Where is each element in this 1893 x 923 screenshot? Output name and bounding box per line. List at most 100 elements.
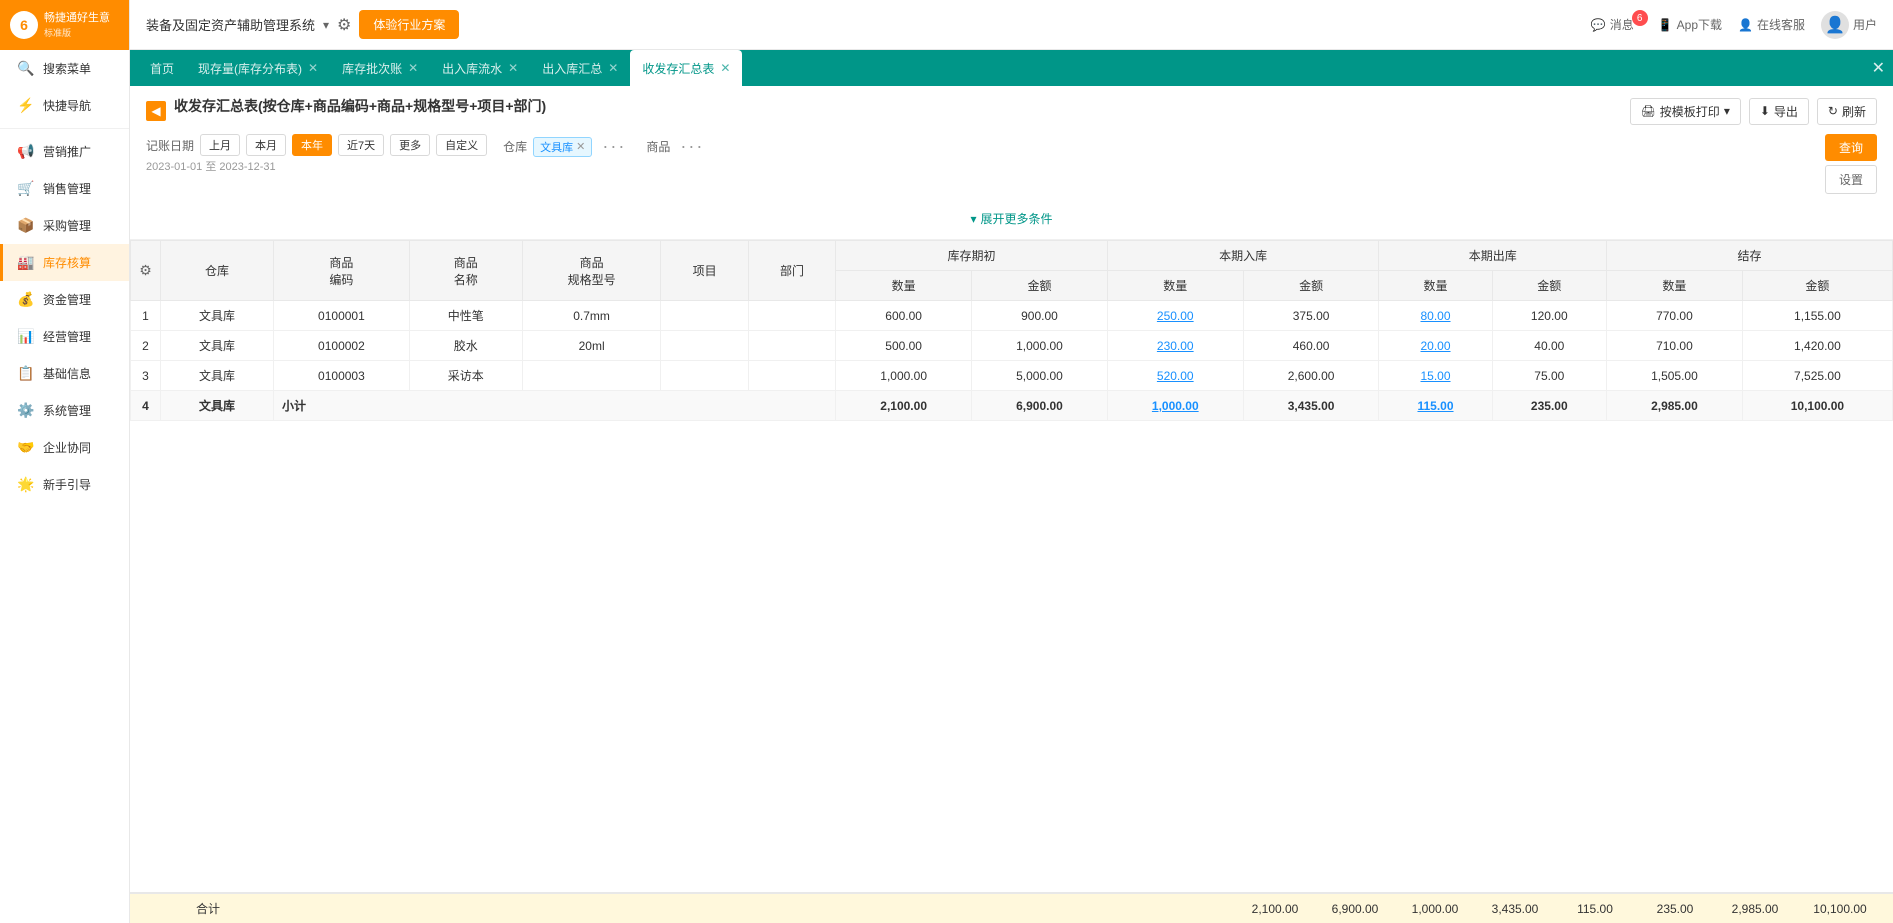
cell-in-qty[interactable]: 230.00 bbox=[1107, 331, 1243, 361]
app-download-action[interactable]: 📱 App下载 bbox=[1658, 16, 1722, 33]
date-label: 记账日期 bbox=[146, 137, 194, 154]
sidebar-item-system[interactable]: ⚙️ 系统管理 bbox=[0, 392, 129, 429]
sidebar-item-label: 库存核算 bbox=[43, 254, 91, 271]
th-out-qty: 数量 bbox=[1379, 271, 1492, 301]
dropdown-icon[interactable]: ▾ bbox=[323, 18, 329, 32]
tab-close-icon[interactable]: ✕ bbox=[408, 61, 418, 75]
sidebar-item-label: 新手引导 bbox=[43, 476, 91, 493]
cell-code: 0100001 bbox=[274, 301, 410, 331]
sidebar-item-label: 经营管理 bbox=[43, 328, 91, 345]
message-action[interactable]: 💬 6 消息 bbox=[1591, 16, 1642, 33]
tab-receive-summary[interactable]: 收发存汇总表 ✕ bbox=[630, 50, 742, 86]
date-this-month[interactable]: 本月 bbox=[246, 134, 286, 156]
subtotal-in-qty[interactable]: 1,000.00 bbox=[1107, 391, 1243, 421]
settings-icon[interactable]: ⚙ bbox=[139, 262, 152, 278]
sidebar-item-search[interactable]: 🔍 搜索菜单 bbox=[0, 50, 129, 87]
tab-inventory-dist[interactable]: 现存量(库存分布表) ✕ bbox=[186, 50, 330, 86]
warehouse-label: 仓库 bbox=[503, 138, 527, 155]
tab-batch-ledger[interactable]: 库存批次账 ✕ bbox=[330, 50, 430, 86]
tab-close-icon[interactable]: ✕ bbox=[508, 61, 518, 75]
sidebar-item-inventory[interactable]: 🏭 库存核算 bbox=[0, 244, 129, 281]
subtotal-balance-amt: 10,100.00 bbox=[1742, 391, 1892, 421]
marketing-icon: 📢 bbox=[17, 143, 35, 160]
tab-close-icon[interactable]: ✕ bbox=[608, 61, 618, 75]
table-body: 1 文具库 0100001 中性笔 0.7mm 600.00 900.00 25… bbox=[131, 301, 1893, 421]
cell-out-qty[interactable]: 15.00 bbox=[1379, 361, 1492, 391]
cell-in-qty[interactable]: 520.00 bbox=[1107, 361, 1243, 391]
tab-in-out-summary[interactable]: 出入库汇总 ✕ bbox=[530, 50, 630, 86]
date-last-month[interactable]: 上月 bbox=[200, 134, 240, 156]
cell-in-qty[interactable]: 250.00 bbox=[1107, 301, 1243, 331]
purchase-icon: 📦 bbox=[17, 217, 35, 234]
subtotal-label: 小计 bbox=[274, 391, 836, 421]
table-row: 3 文具库 0100003 采访本 1,000.00 5,000.00 520.… bbox=[131, 361, 1893, 391]
cell-name: 中性笔 bbox=[409, 301, 522, 331]
cell-spec: 0.7mm bbox=[522, 301, 661, 331]
cell-project bbox=[661, 301, 748, 331]
trial-button[interactable]: 体验行业方案 bbox=[359, 10, 459, 39]
subtotal-no: 4 bbox=[131, 391, 161, 421]
sidebar-item-label: 销售管理 bbox=[43, 180, 91, 197]
user-avatar: 👤 bbox=[1821, 11, 1849, 39]
logo-icon: 6 bbox=[10, 11, 38, 39]
cell-out-amt: 75.00 bbox=[1492, 361, 1606, 391]
query-button[interactable]: 查询 bbox=[1825, 134, 1877, 161]
sidebar-item-label: 营销推广 bbox=[43, 143, 91, 160]
settings-button[interactable]: 设置 bbox=[1825, 165, 1877, 194]
base-icon: 📋 bbox=[17, 365, 35, 382]
refresh-button[interactable]: ↻ 刷新 bbox=[1817, 98, 1877, 125]
footer-in-amt: 3,435.00 bbox=[1475, 902, 1555, 916]
sales-icon: 🛒 bbox=[17, 180, 35, 197]
date-more[interactable]: 更多 bbox=[390, 134, 430, 156]
cell-no: 1 bbox=[131, 301, 161, 331]
user-action[interactable]: 👤 用户 bbox=[1821, 11, 1877, 39]
sidebar-item-marketing[interactable]: 📢 营销推广 bbox=[0, 133, 129, 170]
collapse-btn[interactable]: ◀ bbox=[146, 101, 166, 121]
sidebar-item-sales[interactable]: 🛒 销售管理 bbox=[0, 170, 129, 207]
message-icon: 💬 bbox=[1591, 18, 1606, 32]
sidebar-item-purchase[interactable]: 📦 采购管理 bbox=[0, 207, 129, 244]
subtotal-out-qty[interactable]: 115.00 bbox=[1379, 391, 1492, 421]
date-custom[interactable]: 自定义 bbox=[436, 134, 487, 156]
chevron-down-icon: ▾ bbox=[1724, 104, 1730, 118]
cell-project bbox=[661, 331, 748, 361]
cell-name: 胶水 bbox=[409, 331, 522, 361]
tab-home[interactable]: 首页 bbox=[138, 50, 186, 86]
tab-batch-ledger-label: 库存批次账 bbox=[342, 60, 402, 77]
table-row: 2 文具库 0100002 胶水 20ml 500.00 1,000.00 23… bbox=[131, 331, 1893, 361]
date-last-7days[interactable]: 近7天 bbox=[338, 134, 384, 156]
cell-project bbox=[661, 361, 748, 391]
date-filter: 记账日期 上月 本月 本年 近7天 更多 自定义 2023-01-01 至 20… bbox=[146, 134, 487, 174]
cell-out-qty[interactable]: 80.00 bbox=[1379, 301, 1492, 331]
sidebar-item-corp[interactable]: 🤝 企业协同 bbox=[0, 429, 129, 466]
cell-warehouse: 文具库 bbox=[161, 331, 274, 361]
sidebar-item-finance[interactable]: 💰 资金管理 bbox=[0, 281, 129, 318]
gear-icon[interactable]: ⚙ bbox=[337, 15, 351, 35]
cell-balance-qty: 1,505.00 bbox=[1607, 361, 1743, 391]
tab-in-out-flow[interactable]: 出入库流水 ✕ bbox=[430, 50, 530, 86]
goods-more-icon[interactable]: ··· bbox=[680, 136, 704, 157]
export-button[interactable]: ⬇ 导出 bbox=[1749, 98, 1809, 125]
chevron-down-icon: ▾ bbox=[970, 212, 976, 226]
tab-close-active-icon[interactable]: ✕ bbox=[720, 61, 730, 75]
sidebar-item-label: 快捷导航 bbox=[43, 97, 91, 114]
more-icon[interactable]: ··· bbox=[602, 136, 626, 157]
date-this-year[interactable]: 本年 bbox=[292, 134, 332, 156]
tab-in-out-summary-label: 出入库汇总 bbox=[542, 60, 602, 77]
sidebar-item-base[interactable]: 📋 基础信息 bbox=[0, 355, 129, 392]
sidebar-item-business[interactable]: 📊 经营管理 bbox=[0, 318, 129, 355]
cell-balance-amt: 7,525.00 bbox=[1742, 361, 1892, 391]
sidebar-item-quick[interactable]: ⚡ 快捷导航 bbox=[0, 87, 129, 124]
expand-more-button[interactable]: ▾ 展开更多条件 bbox=[962, 206, 1060, 231]
online-service-action[interactable]: 👤 在线客服 bbox=[1738, 16, 1805, 33]
cell-out-qty[interactable]: 20.00 bbox=[1379, 331, 1492, 361]
tabs-close-all[interactable]: ✕ bbox=[1872, 58, 1885, 78]
data-table: ⚙ 仓库 商品编码 商品名称 商品规格型号 项目 部门 库存期初 本期入库 本期… bbox=[130, 240, 1893, 421]
print-button[interactable]: 🖨 按模板打印 ▾ bbox=[1630, 98, 1741, 125]
cell-dept bbox=[748, 331, 835, 361]
tab-close-icon[interactable]: ✕ bbox=[308, 61, 318, 75]
expand-row: ▾ 展开更多条件 bbox=[146, 200, 1877, 239]
cell-opening-qty: 500.00 bbox=[836, 331, 972, 361]
sidebar-item-newbie[interactable]: 🌟 新手引导 bbox=[0, 466, 129, 503]
warehouse-remove-icon[interactable]: ✕ bbox=[576, 140, 585, 153]
